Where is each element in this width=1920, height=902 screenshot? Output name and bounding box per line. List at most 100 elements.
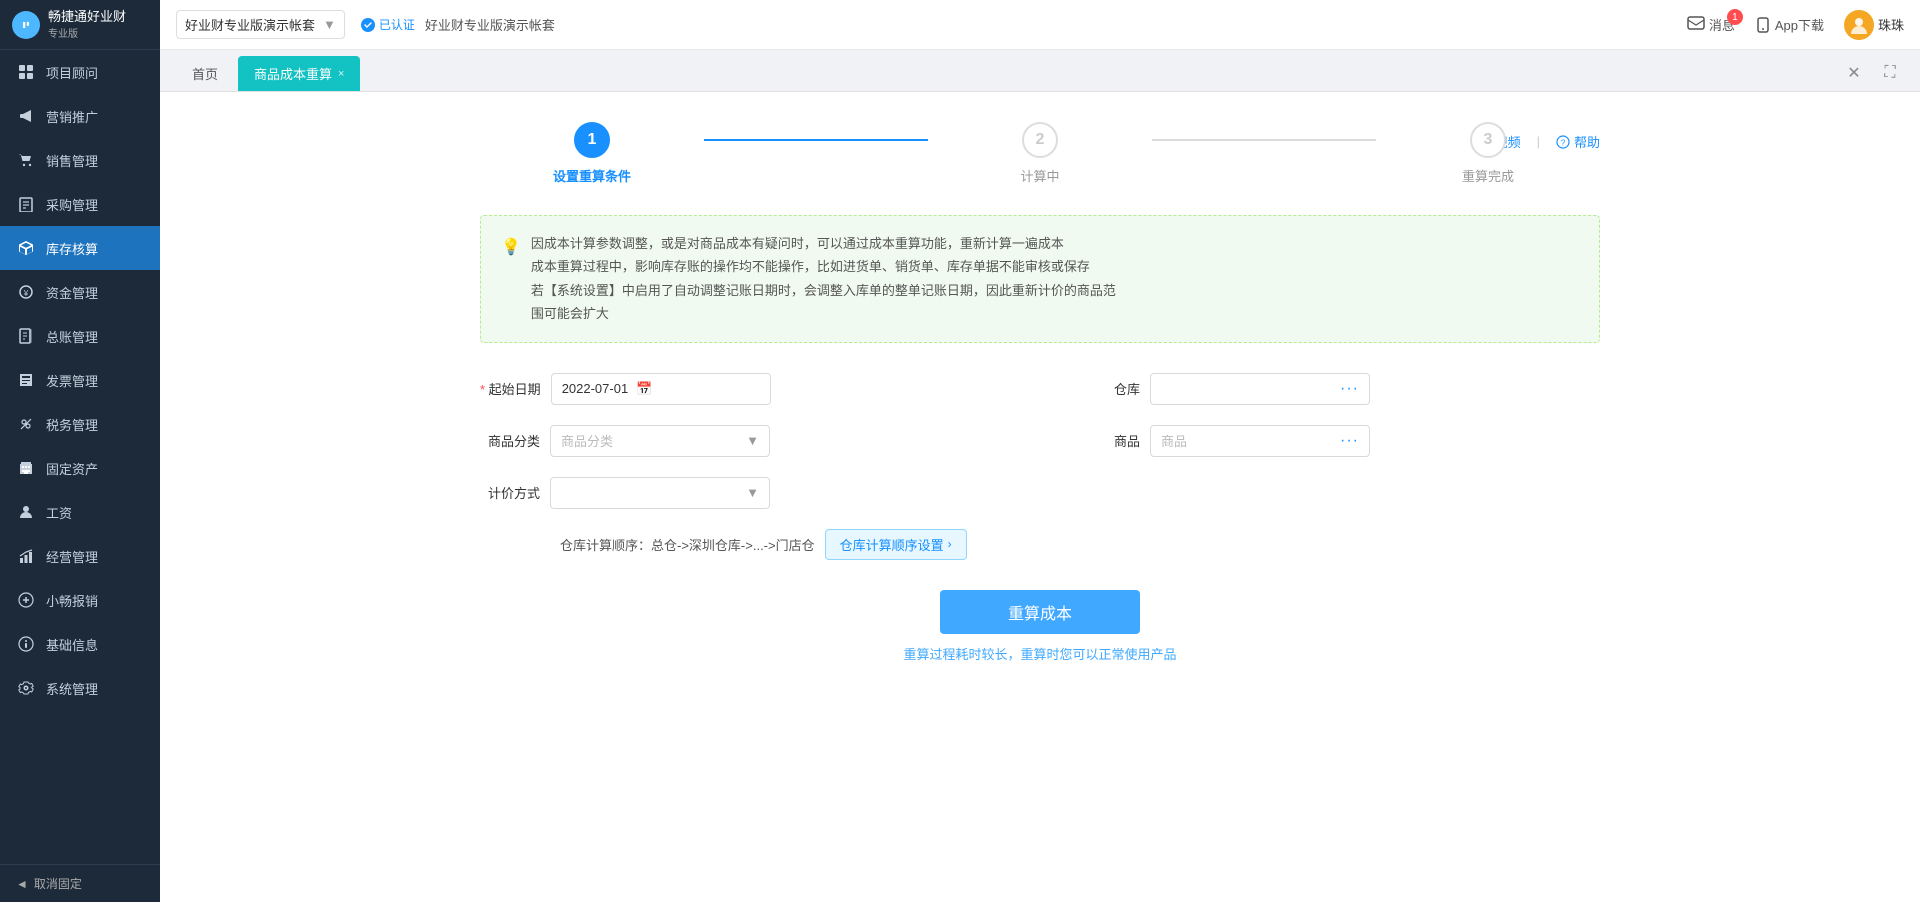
help-button[interactable]: ? 帮助 — [1556, 132, 1600, 151]
sidebar-item-system[interactable]: 系统管理 — [0, 666, 160, 710]
step-line-2 — [1152, 139, 1376, 141]
sidebar-label-marketing: 营销推广 — [46, 107, 98, 126]
form-group-product: 商品 商品 ··· — [1080, 425, 1600, 457]
calendar-icon[interactable]: 📅 — [636, 381, 652, 397]
coin-icon: ¥ — [16, 282, 36, 302]
sidebar-item-tax[interactable]: 税务管理 — [0, 402, 160, 446]
warehouse-label: 仓库 — [1080, 379, 1150, 398]
app-edition: 专业版 — [48, 25, 126, 40]
app-name: 畅捷通好业财 — [48, 9, 126, 26]
sidebar-label-system: 系统管理 — [46, 679, 98, 698]
step-2: 2 计算中 — [928, 122, 1152, 185]
sidebar-item-ledger[interactable]: 总账管理 — [0, 314, 160, 358]
warehouse-order-settings-button[interactable]: 仓库计算顺序设置 › — [825, 529, 967, 560]
sidebar-label-finance: 资金管理 — [46, 283, 98, 302]
sidebar-nav: 项目顾问 营销推广 销售管理 采购管理 库存核算 — [0, 50, 160, 864]
expense-icon — [16, 590, 36, 610]
sidebar-header: 畅捷通好业财 专业版 — [0, 0, 160, 50]
message-icon — [1687, 16, 1705, 34]
cart-icon — [16, 150, 36, 170]
main-container: 好业财专业版演示帐套 ▼ 已认证 好业财专业版演示帐套 消息 1 — [160, 0, 1920, 902]
pricing-select[interactable]: ▼ — [550, 477, 770, 509]
info-text: 因成本计算参数调整，或是对商品成本有疑问时，可以通过成本重算功能，重新计算一遍成… — [531, 232, 1116, 326]
account-name: 好业财专业版演示帐套 — [185, 15, 315, 34]
sidebar-label-sales: 销售管理 — [46, 151, 98, 170]
verified-icon — [361, 18, 375, 32]
purchase-icon — [16, 194, 36, 214]
verified-account-name: 好业财专业版演示帐套 — [425, 15, 555, 34]
recalc-button[interactable]: 重算成本 — [940, 590, 1140, 634]
sidebar-item-assets[interactable]: 固定资产 — [0, 446, 160, 490]
avatar — [1844, 10, 1874, 40]
sidebar-label-tax: 税务管理 — [46, 415, 98, 434]
form-group-pricing: 计价方式 ▼ — [480, 477, 1600, 509]
info-icon — [16, 634, 36, 654]
product-input[interactable]: 商品 ··· — [1150, 425, 1370, 457]
book-icon — [16, 326, 36, 346]
building-icon — [16, 458, 36, 478]
sidebar-item-project[interactable]: 项目顾问 — [0, 50, 160, 94]
sidebar-item-invoice[interactable]: 发票管理 — [0, 358, 160, 402]
page-content: 1 设置重算条件 2 计算中 — [440, 92, 1640, 693]
sidebar-item-operation[interactable]: 经营管理 — [0, 534, 160, 578]
app-logo — [12, 11, 40, 39]
app-download-button[interactable]: App下载 — [1755, 15, 1824, 34]
recalc-section: 重算成本 重算过程耗时较长，重算时您可以正常使用产品 — [480, 590, 1600, 663]
date-label: 起始日期 — [480, 379, 551, 398]
form-group-date: 起始日期 2022-07-01 📅 — [480, 373, 1000, 405]
sidebar-label-expense: 小畅报销 — [46, 591, 98, 610]
content-area: 1 设置重算条件 2 计算中 — [160, 92, 1920, 902]
form-row-3: 计价方式 ▼ — [480, 477, 1600, 509]
category-select[interactable]: 商品分类 ▼ — [550, 425, 770, 457]
chevron-down-icon: ▼ — [746, 433, 759, 448]
sidebar-item-inventory[interactable]: 库存核算 — [0, 226, 160, 270]
bulb-icon: 💡 — [501, 234, 521, 326]
tab-bar: 首页 商品成本重算 × ✕ ⛶ — [160, 50, 1920, 92]
sidebar-label-inventory: 库存核算 — [46, 239, 98, 258]
product-label: 商品 — [1080, 431, 1150, 450]
form-row-2: 商品分类 商品分类 ▼ 商品 商品 ··· — [480, 425, 1600, 457]
chart-icon — [16, 546, 36, 566]
message-badge: 1 — [1727, 9, 1743, 25]
sidebar-item-expense[interactable]: 小畅报销 — [0, 578, 160, 622]
phone-icon — [1755, 17, 1771, 33]
warehouse-order-label: 仓库计算顺序：总仓->深圳仓库->...->门店仓 — [560, 535, 815, 554]
step-1-circle: 1 — [574, 122, 610, 158]
chevron-down-icon: ▼ — [323, 17, 336, 32]
sidebar: 畅捷通好业财 专业版 项目顾问 营销推广 销售管理 采购 — [0, 0, 160, 902]
tab-close-icon[interactable]: × — [338, 68, 344, 80]
user-name: 珠珠 — [1878, 15, 1904, 34]
step-1-label: 设置重算条件 — [553, 166, 631, 185]
verified-badge: 已认证 — [361, 16, 415, 33]
step-3-label: 重算完成 — [1462, 166, 1514, 185]
messages-button[interactable]: 消息 1 — [1687, 15, 1735, 34]
sidebar-item-finance[interactable]: ¥ 资金管理 — [0, 270, 160, 314]
step-2-label: 计算中 — [1020, 166, 1059, 185]
invoice-icon — [16, 370, 36, 390]
sidebar-item-salary[interactable]: 工资 — [0, 490, 160, 534]
close-panel-button[interactable]: ✕ — [1840, 59, 1868, 87]
sidebar-item-purchase[interactable]: 采购管理 — [0, 182, 160, 226]
tab-recalc[interactable]: 商品成本重算 × — [238, 56, 360, 91]
svg-text:¥: ¥ — [23, 289, 29, 298]
recalc-tip: 重算过程耗时较长，重算时您可以正常使用产品 — [903, 644, 1176, 663]
sidebar-footer-unpin[interactable]: ◄ 取消固定 — [0, 864, 160, 902]
grid-icon — [16, 62, 36, 82]
sidebar-item-marketing[interactable]: 营销推广 — [0, 94, 160, 138]
sidebar-item-basic[interactable]: 基础信息 — [0, 622, 160, 666]
date-input[interactable]: 2022-07-01 📅 — [551, 373, 771, 405]
sidebar-item-sales[interactable]: 销售管理 — [0, 138, 160, 182]
sidebar-label-purchase: 采购管理 — [46, 195, 98, 214]
ellipsis-icon: ··· — [1340, 380, 1359, 398]
account-selector[interactable]: 好业财专业版演示帐套 ▼ — [176, 10, 345, 39]
warehouse-input[interactable]: ··· — [1150, 373, 1370, 405]
tab-home[interactable]: 首页 — [176, 56, 234, 91]
tax-icon — [16, 414, 36, 434]
expand-panel-button[interactable]: ⛶ — [1876, 59, 1904, 87]
settings-icon — [16, 678, 36, 698]
sidebar-label-operation: 经营管理 — [46, 547, 98, 566]
steps-container: 1 设置重算条件 2 计算中 — [480, 122, 1600, 185]
form-row-1: 起始日期 2022-07-01 📅 仓库 ··· — [480, 373, 1600, 405]
salary-icon — [16, 502, 36, 522]
user-menu[interactable]: 珠珠 — [1844, 10, 1904, 40]
